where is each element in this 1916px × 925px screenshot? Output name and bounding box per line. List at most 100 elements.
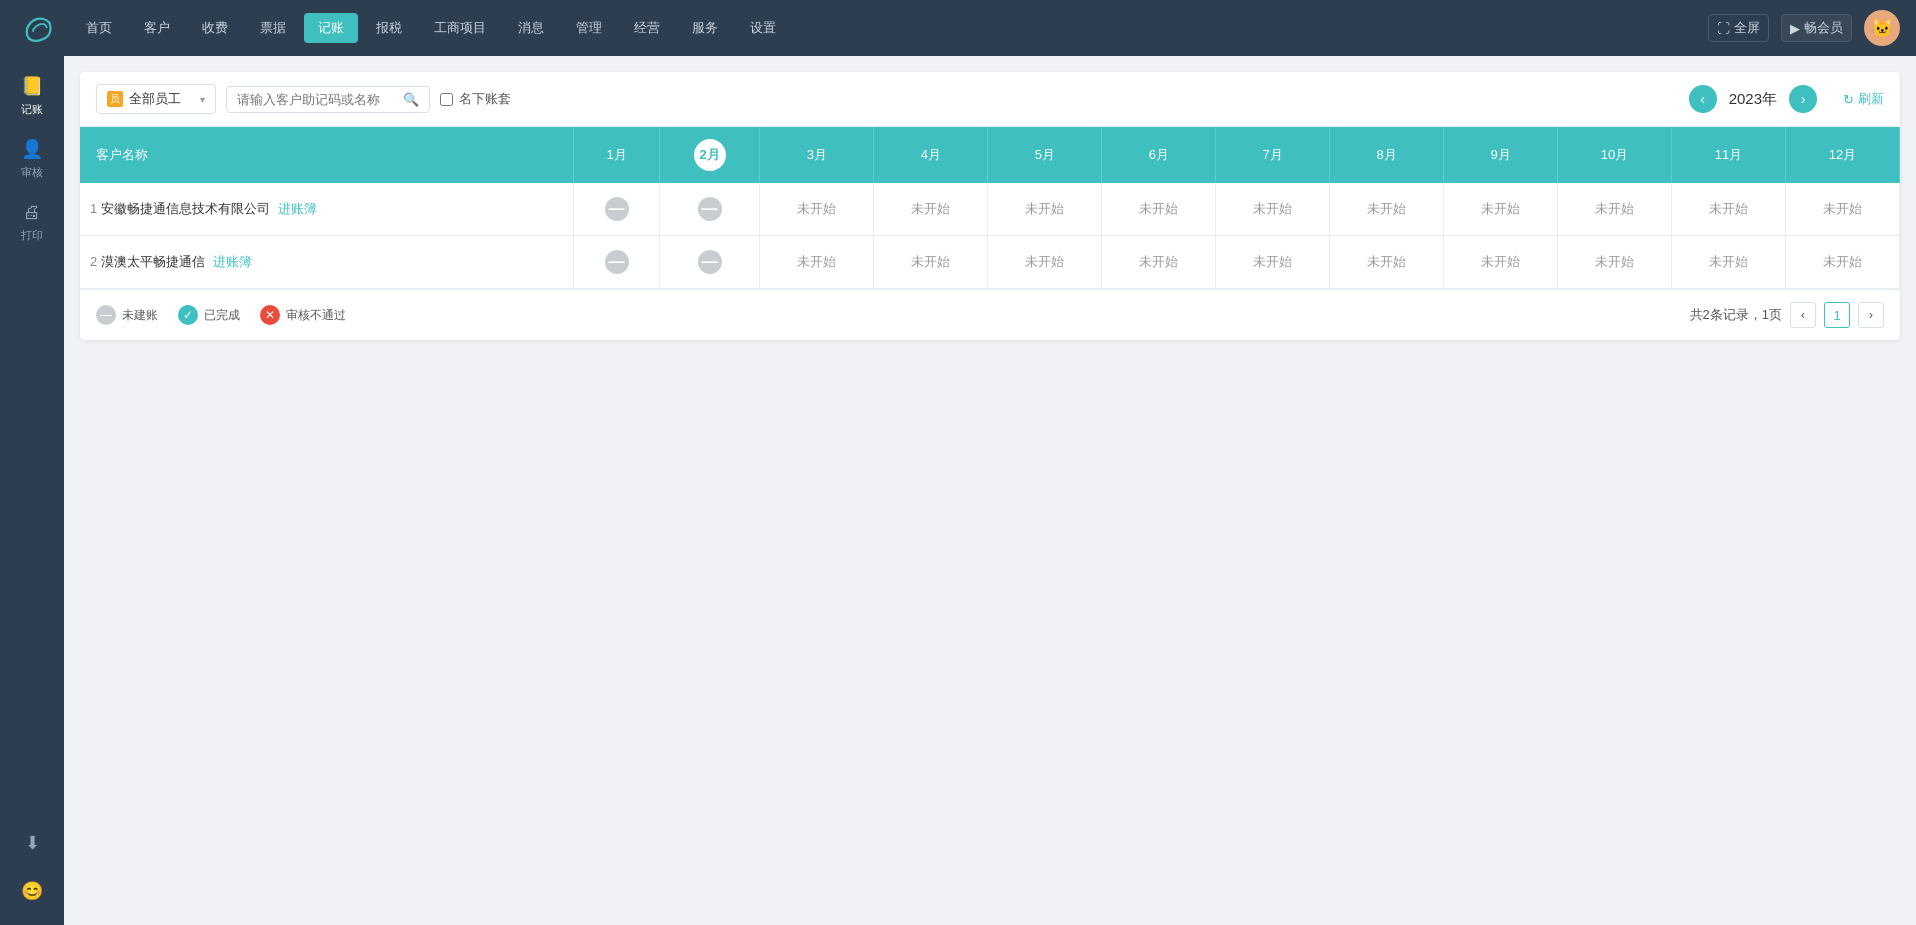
month-cell-3: 未开始 [760, 183, 874, 236]
nav-home[interactable]: 首页 [72, 13, 126, 43]
play-icon: ▶ [1790, 21, 1800, 36]
col-month-8: 8月 [1330, 127, 1444, 183]
month-cell-12: 未开始 [1785, 236, 1899, 289]
status-text: 未开始 [1481, 201, 1520, 216]
status-not-started-icon: — [698, 197, 722, 221]
refresh-button[interactable]: ↻ 刷新 [1843, 90, 1884, 108]
col-month-2: 2月 [659, 127, 760, 183]
toolbar: 员 全部员工 ▾ 🔍 名下账套 ‹ 2023年 › ↻ 刷新 [80, 72, 1900, 127]
customer-cell: 2漠澳太平畅捷通信进账簿 [80, 236, 574, 289]
status-text: 未开始 [1367, 254, 1406, 269]
audit-icon: 👤 [20, 137, 44, 161]
status-text: 未开始 [797, 201, 836, 216]
nav-operation[interactable]: 经营 [620, 13, 674, 43]
customer-name: 安徽畅捷通信息技术有限公司 [101, 201, 270, 216]
avatar[interactable]: 🐱 [1864, 10, 1900, 46]
total-records: 共2条记录，1页 [1690, 306, 1782, 324]
my-ledger-toggle: 名下账套 [440, 90, 511, 108]
col-month-7: 7月 [1216, 127, 1330, 183]
sidebar-item-bookkeeping[interactable]: 📒 记账 [0, 64, 64, 127]
sidebar-audit-label: 审核 [21, 165, 43, 180]
fullscreen-button[interactable]: ⛶ 全屏 [1708, 14, 1769, 42]
sidebar: 📒 记账 👤 审核 🖨 打印 ⬇ 😊 [0, 56, 64, 925]
nav-bookkeeping[interactable]: 记账 [304, 13, 358, 43]
legend-completed: ✓ 已完成 [178, 305, 240, 325]
status-text: 未开始 [1709, 254, 1748, 269]
status-text: 未开始 [797, 254, 836, 269]
year-display: 2023年 [1729, 90, 1777, 109]
member-button[interactable]: ▶ 畅会员 [1781, 14, 1852, 42]
col-month-6: 6月 [1102, 127, 1216, 183]
nav-business[interactable]: 工商项目 [420, 13, 500, 43]
page-number-1[interactable]: 1 [1824, 302, 1850, 328]
bookkeeping-table: 客户名称 1月 2月 3月 4月 5月 6月 7月 8月 9月 10月 [80, 127, 1900, 289]
status-text: 未开始 [1025, 201, 1064, 216]
status-text: 未开始 [1025, 254, 1064, 269]
employee-label: 全部员工 [129, 90, 194, 108]
legend-dot-red: ✕ [260, 305, 280, 325]
nav-service[interactable]: 服务 [678, 13, 732, 43]
month-cell-9: 未开始 [1444, 183, 1558, 236]
month-cell-11: 未开始 [1672, 183, 1786, 236]
legend-not-started: — 未建账 [96, 305, 158, 325]
col-month-4: 4月 [874, 127, 988, 183]
active-month-circle: 2月 [694, 139, 726, 171]
enter-ledger-link[interactable]: 进账簿 [213, 254, 252, 269]
month-cell-10: 未开始 [1558, 236, 1672, 289]
month-cell-8: 未开始 [1330, 236, 1444, 289]
col-month-11: 11月 [1672, 127, 1786, 183]
download-icon: ⬇ [20, 831, 44, 855]
status-text: 未开始 [1139, 201, 1178, 216]
customer-name: 漠澳太平畅捷通信 [101, 254, 205, 269]
prev-page-button[interactable]: ‹ [1790, 302, 1816, 328]
search-input[interactable] [237, 92, 397, 107]
nav-billing[interactable]: 收费 [188, 13, 242, 43]
month-cell-6: 未开始 [1102, 236, 1216, 289]
enter-ledger-link[interactable]: 进账簿 [278, 201, 317, 216]
month-cell-5: 未开始 [988, 236, 1102, 289]
employee-select[interactable]: 员 全部员工 ▾ [96, 84, 216, 114]
sidebar-item-print[interactable]: 🖨 打印 [0, 190, 64, 253]
chevron-down-icon: ▾ [200, 94, 205, 105]
nav-items: 首页 客户 收费 票据 记账 报税 工商项目 消息 管理 经营 服务 设置 [72, 13, 1708, 43]
col-customer-name: 客户名称 [80, 127, 574, 183]
app-logo [16, 6, 60, 50]
col-month-9: 9月 [1444, 127, 1558, 183]
nav-invoice[interactable]: 票据 [246, 13, 300, 43]
nav-tax[interactable]: 报税 [362, 13, 416, 43]
my-ledger-checkbox[interactable] [440, 93, 453, 106]
legend-dot-teal: ✓ [178, 305, 198, 325]
nav-management[interactable]: 管理 [562, 13, 616, 43]
table-footer: — 未建账 ✓ 已完成 ✕ 审核不通过 共2条记录，1页 ‹ 1 › [80, 289, 1900, 340]
nav-settings[interactable]: 设置 [736, 13, 790, 43]
month-cell-12: 未开始 [1785, 183, 1899, 236]
nav-customer[interactable]: 客户 [130, 13, 184, 43]
sidebar-item-audit[interactable]: 👤 审核 [0, 127, 64, 190]
status-text: 未开始 [1709, 201, 1748, 216]
month-cell-8: 未开始 [1330, 183, 1444, 236]
status-text: 未开始 [1253, 254, 1292, 269]
month-cell-4: 未开始 [874, 236, 988, 289]
nav-message[interactable]: 消息 [504, 13, 558, 43]
table-header-row: 客户名称 1月 2月 3月 4月 5月 6月 7月 8月 9月 10月 [80, 127, 1900, 183]
next-page-button[interactable]: › [1858, 302, 1884, 328]
refresh-icon: ↻ [1843, 92, 1854, 107]
prev-year-button[interactable]: ‹ [1689, 85, 1717, 113]
status-not-started-icon: — [605, 197, 629, 221]
next-year-button[interactable]: › [1789, 85, 1817, 113]
month-cell-6: 未开始 [1102, 183, 1216, 236]
row-number: 1 [90, 201, 97, 216]
customer-cell: 1 安徽畅捷通信息技术有限公司进账簿 [80, 183, 574, 236]
search-input-wrap: 🔍 [226, 86, 430, 113]
sidebar-bottom: ⬇ 😊 [0, 821, 64, 925]
print-icon: 🖨 [20, 200, 44, 224]
search-icon[interactable]: 🔍 [403, 92, 419, 107]
month-cell-1: — [574, 236, 659, 289]
sidebar-item-help[interactable]: 😊 [0, 869, 64, 913]
month-cell-3: 未开始 [760, 236, 874, 289]
month-cell-7: 未开始 [1216, 183, 1330, 236]
month-cell-10: 未开始 [1558, 183, 1672, 236]
month-cell-7: 未开始 [1216, 236, 1330, 289]
refresh-label: 刷新 [1858, 90, 1884, 108]
sidebar-item-download[interactable]: ⬇ [0, 821, 64, 865]
